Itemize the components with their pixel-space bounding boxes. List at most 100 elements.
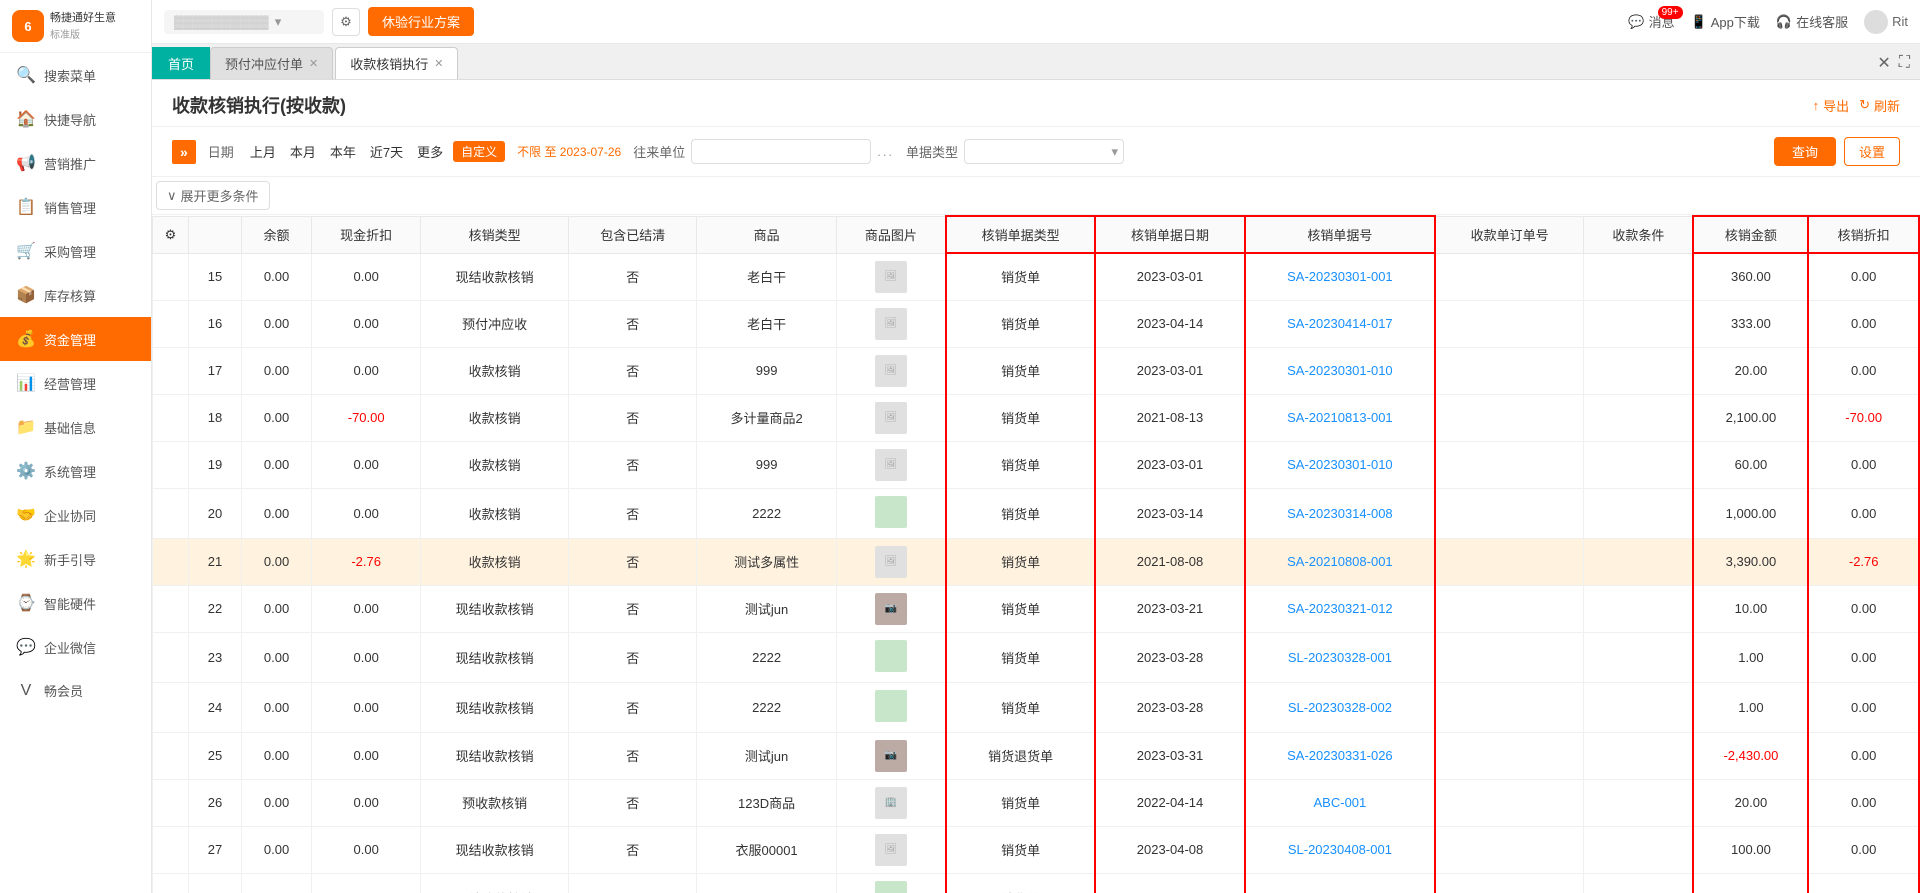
query-button[interactable]: 查询 xyxy=(1774,137,1836,166)
date-option-this-month[interactable]: 本月 xyxy=(286,140,320,163)
col-settings[interactable]: ⚙ xyxy=(153,216,189,253)
cell-collect-condition xyxy=(1584,632,1694,682)
close-window-icon[interactable]: ✕ xyxy=(1877,53,1890,73)
sidebar-item-finance[interactable]: 💰 资金管理 xyxy=(0,317,151,361)
cell-product: 衣服00001 xyxy=(697,826,836,873)
sidebar-item-hardware[interactable]: ⌚ 智能硬件 xyxy=(0,581,151,625)
date-option-last-month[interactable]: 上月 xyxy=(246,140,280,163)
sidebar-item-guide[interactable]: 🌟 新手引导 xyxy=(0,537,151,581)
user-avatar[interactable]: Rit xyxy=(1864,10,1908,34)
bill-report-no-link[interactable]: SA-20230314-008 xyxy=(1287,506,1393,521)
cell-bill-report-no[interactable]: SL-20230408-001 xyxy=(1245,826,1435,873)
filter-toggle-button[interactable]: » xyxy=(172,140,196,164)
cell-bill-report-no[interactable]: SA-20230414-017 xyxy=(1245,300,1435,347)
bill-report-no-link[interactable]: SA-20230414-017 xyxy=(1287,316,1393,331)
cell-bill-report-no[interactable]: SL-20230418-001 xyxy=(1245,873,1435,893)
cell-bill-report-no[interactable]: SA-20210813-001 xyxy=(1245,394,1435,441)
table-row: 24 0.00 0.00 现结收款核销 否 2222 销货单 2023-03-2… xyxy=(153,682,1920,732)
cell-writeoff-amount: 20.00 xyxy=(1693,779,1808,826)
sidebar-item-wechat[interactable]: 💬 企业微信 xyxy=(0,625,151,669)
sidebar-item-label: 快捷导航 xyxy=(44,110,96,129)
close-icon[interactable]: ✕ xyxy=(309,57,318,70)
refresh-button[interactable]: ↻ 刷新 xyxy=(1859,96,1900,115)
tab-prepay[interactable]: 预付冲应付单 ✕ xyxy=(210,47,333,79)
sidebar-item-sales[interactable]: 📋 销售管理 xyxy=(0,185,151,229)
cell-seq: 16 xyxy=(189,300,242,347)
cell-writeoff-discount: 0.00 xyxy=(1808,732,1919,779)
settings-gear-button[interactable]: ⚙ xyxy=(332,8,360,36)
bill-report-no-link[interactable]: SA-20230301-001 xyxy=(1287,269,1393,284)
cell-bill-report-no[interactable]: SA-20230331-026 xyxy=(1245,732,1435,779)
basic-icon: 📁 xyxy=(16,417,36,437)
marketing-icon: 📢 xyxy=(16,153,36,173)
vendor-input[interactable] xyxy=(691,139,871,164)
bill-report-no-link[interactable]: SL-20230328-001 xyxy=(1288,650,1392,665)
date-option-this-year[interactable]: 本年 xyxy=(326,140,360,163)
cell-cash-discount: 0.00 xyxy=(312,779,421,826)
cell-writeoff-type: 现结收款核销 xyxy=(421,632,569,682)
tab-collection[interactable]: 收款核销执行 ✕ xyxy=(335,47,458,79)
cell-bill-report-no[interactable]: SA-20230321-012 xyxy=(1245,585,1435,632)
cell-include-settled: 否 xyxy=(569,441,697,488)
date-option-more[interactable]: 更多 xyxy=(413,140,447,163)
sidebar-item-inventory[interactable]: 📦 库存核算 xyxy=(0,273,151,317)
sidebar-item-basic[interactable]: 📁 基础信息 xyxy=(0,405,151,449)
table-row: 19 0.00 0.00 收款核销 否 999 🖼 销货单 2023-03-01… xyxy=(153,441,1920,488)
cell-seq: 26 xyxy=(189,779,242,826)
bill-report-no-link[interactable]: ABC-001 xyxy=(1314,795,1367,810)
cell-writeoff-amount: -2,430.00 xyxy=(1693,732,1808,779)
bill-report-no-link[interactable]: SA-20230301-010 xyxy=(1287,457,1393,472)
cell-bill-report-type: 销货单 xyxy=(946,682,1095,732)
bill-report-no-link[interactable]: SA-20230301-010 xyxy=(1287,363,1393,378)
filter-bar: » 日期 上月 本月 本年 近7天 更多 自定义 不限 至 2023-07-26… xyxy=(152,127,1920,177)
close-icon[interactable]: ✕ xyxy=(434,57,443,70)
sidebar-item-system[interactable]: ⚙️ 系统管理 xyxy=(0,449,151,493)
export-button[interactable]: ↑ 导出 xyxy=(1813,96,1850,115)
cell-bill-report-no[interactable]: SA-20230301-010 xyxy=(1245,441,1435,488)
cell-bill-report-no[interactable]: ABC-001 xyxy=(1245,779,1435,826)
cell-bill-report-no[interactable]: SL-20230328-002 xyxy=(1245,682,1435,732)
sidebar-item-search[interactable]: 🔍 搜索菜单 xyxy=(0,53,151,97)
sidebar-item-quicknav[interactable]: 🏠 快捷导航 xyxy=(0,97,151,141)
cell-collect-condition xyxy=(1584,538,1694,585)
cell-bill-report-date: 2023-03-01 xyxy=(1095,253,1244,300)
cell-bill-report-no[interactable]: SA-20210808-001 xyxy=(1245,538,1435,585)
vendor-filter-field: 往来单位 ... xyxy=(633,139,894,164)
maximize-icon[interactable]: ⛶ xyxy=(1899,54,1910,72)
setting-button[interactable]: 设置 xyxy=(1844,137,1900,166)
address-bar[interactable]: ▓▓▓▓▓▓▓▓▓▓ ▾ xyxy=(164,10,324,34)
sidebar-item-purchase[interactable]: 🛒 采购管理 xyxy=(0,229,151,273)
app-download-button[interactable]: 📱 App下载 xyxy=(1691,12,1760,31)
bill-report-no-link[interactable]: SA-20210813-001 xyxy=(1287,410,1393,425)
tab-home[interactable]: 首页 xyxy=(152,47,210,79)
sidebar-item-label: 系统管理 xyxy=(44,462,96,481)
bill-report-no-link[interactable]: SL-20230408-001 xyxy=(1288,842,1392,857)
cell-bill-report-no[interactable]: SA-20230314-008 xyxy=(1245,488,1435,538)
cell-balance: 0.00 xyxy=(241,394,311,441)
industry-solution-button[interactable]: 休验行业方案 xyxy=(368,7,474,36)
cell-bill-report-no[interactable]: SL-20230328-001 xyxy=(1245,632,1435,682)
bill-report-no-link[interactable]: SA-20230331-026 xyxy=(1287,748,1393,763)
bill-report-no-link[interactable]: SL-20230328-002 xyxy=(1288,700,1392,715)
page-title: 收款核销执行(按收款) xyxy=(172,92,346,118)
expand-more-button[interactable]: ∨ 展开更多条件 xyxy=(156,181,270,210)
cell-balance: 0.00 xyxy=(241,632,311,682)
date-option-7days[interactable]: 近7天 xyxy=(366,140,407,163)
sidebar-item-business[interactable]: 📊 经营管理 xyxy=(0,361,151,405)
sidebar-item-member[interactable]: V 畅会员 xyxy=(0,669,151,712)
message-button[interactable]: 💬 消息 99+ xyxy=(1628,12,1674,31)
sidebar-item-marketing[interactable]: 📢 营销推广 xyxy=(0,141,151,185)
cell-bill-report-date: 2023-03-28 xyxy=(1095,682,1244,732)
cell-bill-report-no[interactable]: SA-20230301-001 xyxy=(1245,253,1435,300)
cell-seq: 27 xyxy=(189,826,242,873)
date-filter-label: 日期 xyxy=(208,142,234,161)
sidebar-item-collab[interactable]: 🤝 企业协同 xyxy=(0,493,151,537)
bill-report-no-link[interactable]: SA-20230321-012 xyxy=(1287,601,1393,616)
cell-writeoff-amount: 100.00 xyxy=(1693,826,1808,873)
bill-type-select[interactable] xyxy=(964,139,1124,164)
date-custom-button[interactable]: 自定义 xyxy=(453,141,505,162)
cell-balance: 0.00 xyxy=(241,488,311,538)
bill-report-no-link[interactable]: SA-20210808-001 xyxy=(1287,554,1393,569)
cell-bill-report-no[interactable]: SA-20230301-010 xyxy=(1245,347,1435,394)
online-service-button[interactable]: 🎧 在线客服 xyxy=(1776,12,1848,31)
